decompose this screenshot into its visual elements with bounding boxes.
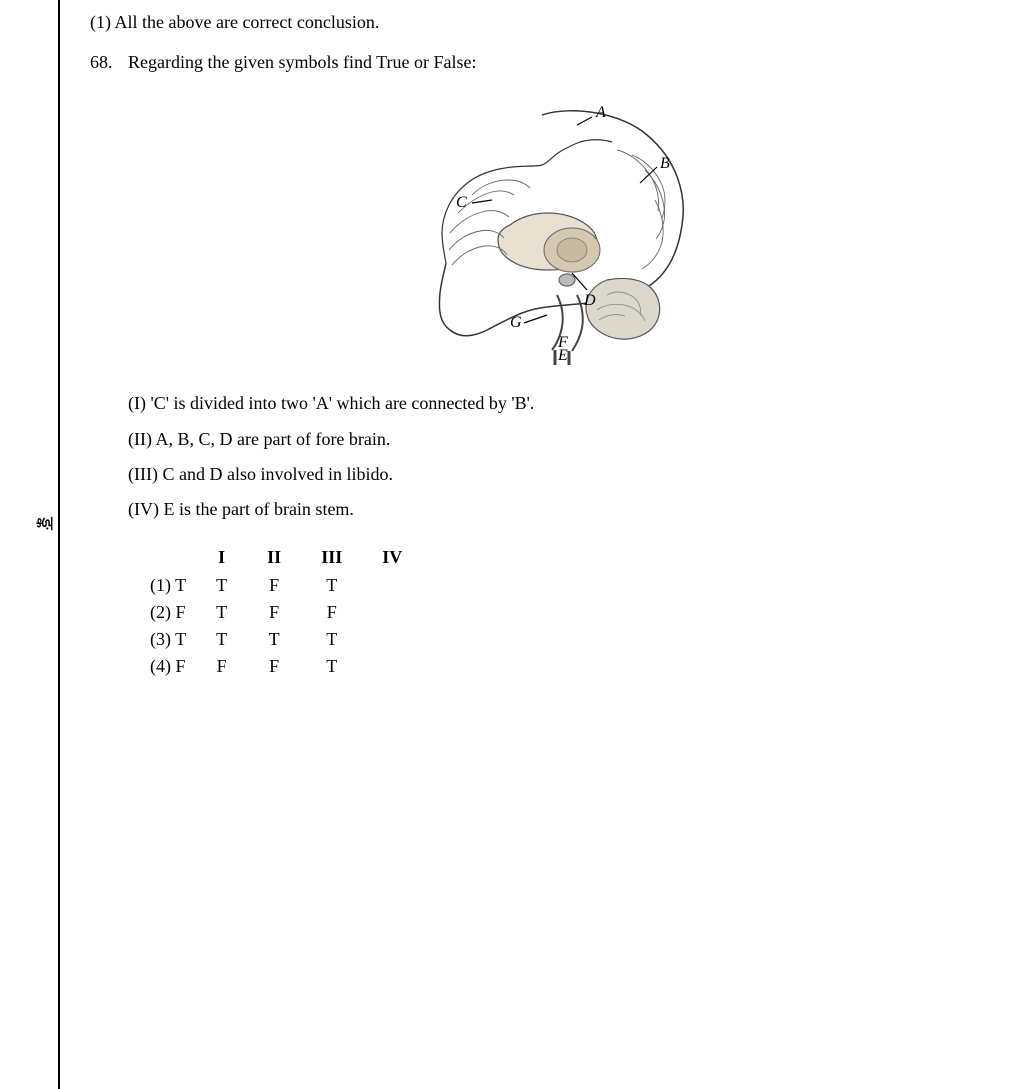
col-header-IV: IV xyxy=(382,543,442,572)
option-3-I: T xyxy=(216,626,267,653)
question-text: Regarding the given symbols find True or… xyxy=(128,47,994,78)
option-4-III: T xyxy=(321,653,382,680)
label-C: C xyxy=(456,194,467,211)
option-3-label: (3) T xyxy=(150,626,216,653)
col-header-II: II xyxy=(267,543,321,572)
brain-diagram-container: A B C D G F E xyxy=(90,95,994,365)
col-header-III: III xyxy=(321,543,382,572)
content-area: (1) All the above are correct conclusion… xyxy=(60,0,1024,1089)
option-2-label: (2) F xyxy=(150,599,216,626)
option-2-II: F xyxy=(267,599,321,626)
table-row: (3) T T T T xyxy=(150,626,442,653)
statement-1: (I) 'C' is divided into two 'A' which ar… xyxy=(128,387,994,420)
label-B: B xyxy=(660,155,670,172)
option-1-label: (1) T xyxy=(150,572,216,599)
option-4-label: (4) F xyxy=(150,653,216,680)
table-header-row: I II III IV xyxy=(150,543,442,572)
question-block: 68. Regarding the given symbols find Tru… xyxy=(90,47,994,680)
option-3-II: T xyxy=(267,626,321,653)
statement-2: (II) A, B, C, D are part of fore brain. xyxy=(128,423,994,456)
col-header-blank xyxy=(150,543,216,572)
table-row: (4) F F F T xyxy=(150,653,442,680)
option-2-III: F xyxy=(321,599,382,626)
statement-4: (IV) E is the part of brain stem. xyxy=(128,493,994,526)
margin-symbol: ङ्क xyxy=(34,517,61,530)
question-number: 68. xyxy=(90,47,128,78)
option-1-II: F xyxy=(267,572,321,599)
col-header-I: I xyxy=(216,543,267,572)
top-text: (1) All the above are correct conclusion… xyxy=(90,0,994,37)
left-margin: ङ्क xyxy=(0,0,60,1089)
statement-3: (III) C and D also involved in libido. xyxy=(128,458,994,491)
table-row: (1) T T F T xyxy=(150,572,442,599)
option-4-II: F xyxy=(267,653,321,680)
table-row: (2) F T F F xyxy=(150,599,442,626)
option-1-I: T xyxy=(216,572,267,599)
options-table-wrapper: I II III IV (1) T T F T xyxy=(150,543,994,680)
option-1-III: T xyxy=(321,572,382,599)
label-D: D xyxy=(583,292,596,309)
brain-diagram: A B C D G F E xyxy=(362,95,722,365)
label-A: A xyxy=(595,104,606,121)
option-2-I: T xyxy=(216,599,267,626)
page-container: ङ्क (1) All the above are correct conclu… xyxy=(0,0,1024,1089)
options-table: I II III IV (1) T T F T xyxy=(150,543,442,680)
label-E: E xyxy=(557,347,568,364)
option-4-I: F xyxy=(216,653,267,680)
label-G: G xyxy=(510,314,522,331)
statements-block: (I) 'C' is divided into two 'A' which ar… xyxy=(128,387,994,526)
question-header: 68. Regarding the given symbols find Tru… xyxy=(90,47,994,78)
option-3-III: T xyxy=(321,626,382,653)
